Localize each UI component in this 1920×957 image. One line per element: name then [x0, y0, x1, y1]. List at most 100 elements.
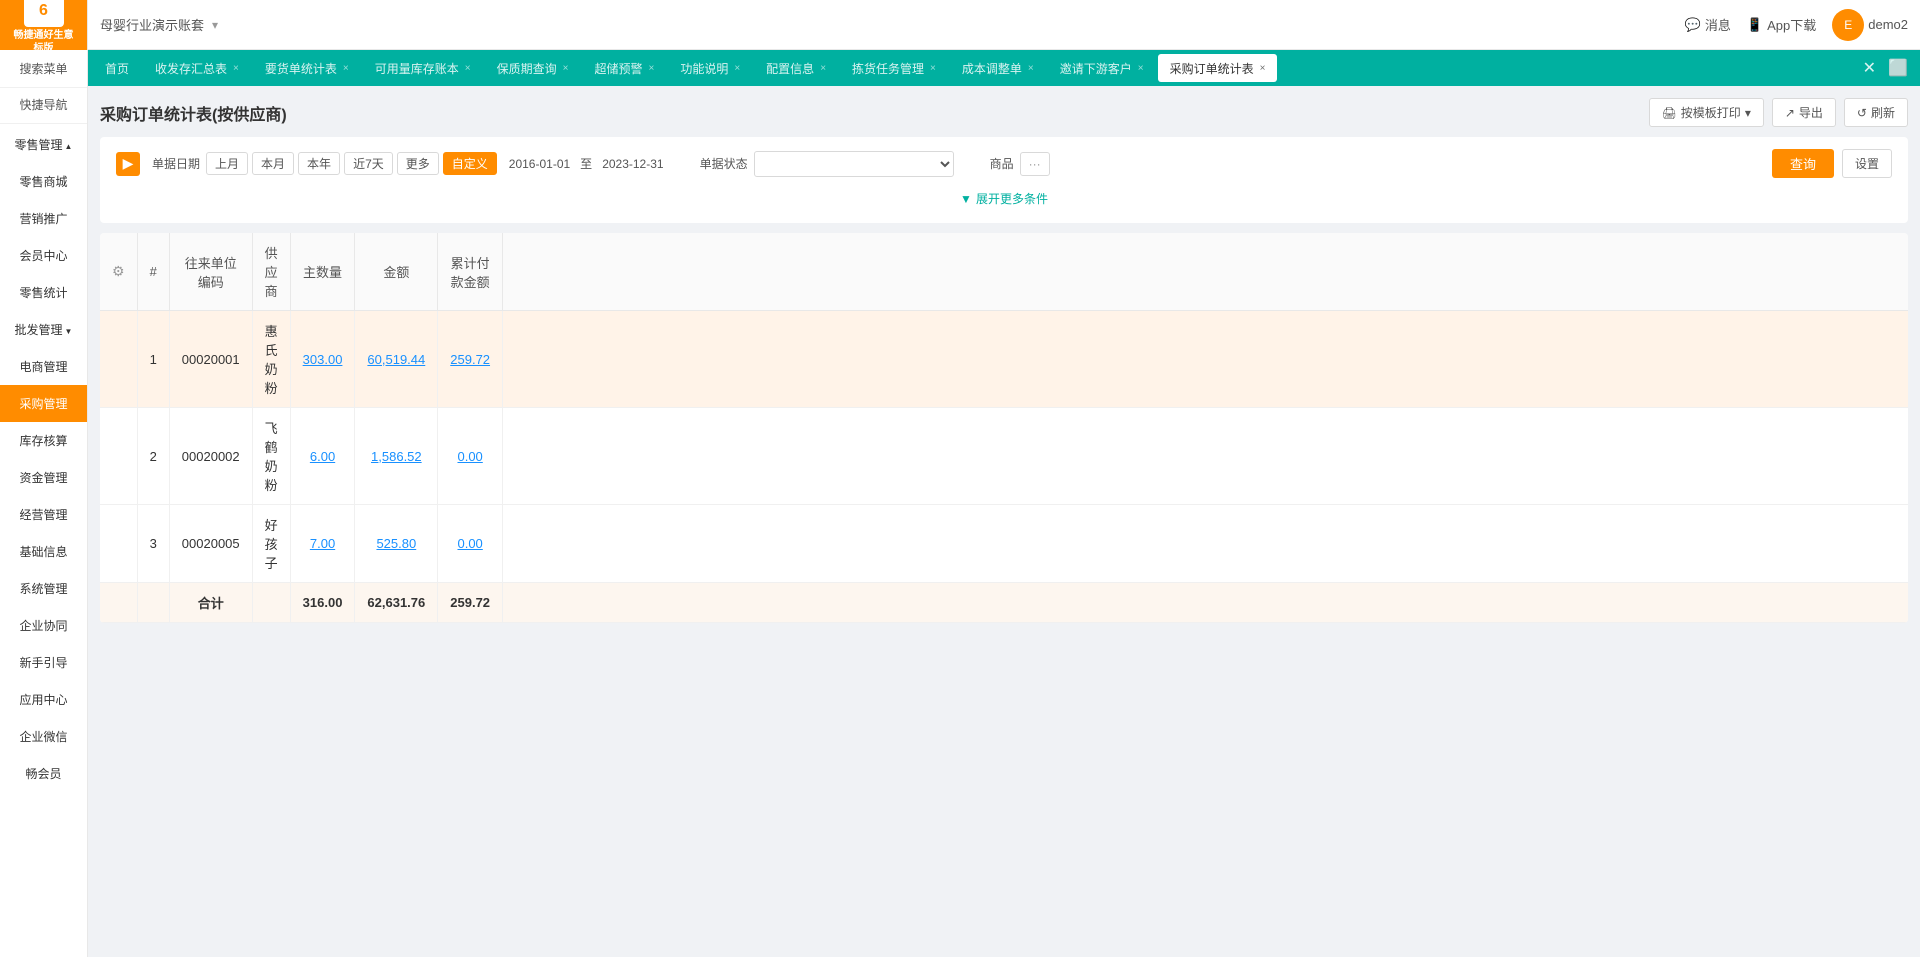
date-btn-custom[interactable]: 自定义	[443, 152, 497, 175]
close-tab-icon[interactable]: ✕	[1859, 56, 1880, 80]
tab-invite[interactable]: 邀请下游客户 ×	[1048, 54, 1156, 82]
sidebar-item-guide[interactable]: 新手引导	[0, 644, 87, 681]
tab-purchase-stats[interactable]: 要货单统计表 ×	[253, 54, 361, 82]
refresh-icon: ↺	[1857, 106, 1867, 120]
sidebar-item-enterprise[interactable]: 企业协同	[0, 607, 87, 644]
date-btn-this-year[interactable]: 本年	[298, 152, 340, 175]
sidebar-item-finance[interactable]: 资金管理	[0, 459, 87, 496]
row-extra	[503, 505, 1908, 583]
avatar-initials: E	[1844, 18, 1852, 32]
tab-receive[interactable]: 收发存汇总表 ×	[143, 54, 251, 82]
row-index: 1	[137, 311, 169, 408]
row-paid[interactable]: 0.00	[438, 505, 503, 583]
row-settings-cell	[100, 311, 137, 408]
sidebar-shortcut[interactable]: 快捷导航	[0, 88, 87, 121]
tab-purchase-order-stats[interactable]: 采购订单统计表 ×	[1158, 54, 1278, 82]
sidebar-item-appcenter[interactable]: 应用中心	[0, 681, 87, 718]
row-extra	[503, 311, 1908, 408]
filter-status-label: 单据状态	[700, 155, 748, 172]
export-button[interactable]: ↗ 导出	[1772, 98, 1836, 127]
content-area: 采购订单统计表(按供应商) 🖨 按模板打印 ▾ ↗ 导出 ↺ 刷新	[88, 86, 1920, 957]
sidebar-item-basic[interactable]: 基础信息	[0, 533, 87, 570]
date-btn-last-month[interactable]: 上月	[206, 152, 248, 175]
topbar: 母婴行业演示账套 ▾ 💬 消息 📱 App下载 E demo2	[88, 0, 1920, 50]
sidebar-item-inventory[interactable]: 库存核算	[0, 422, 87, 459]
printer-icon: 🖨	[1662, 106, 1677, 120]
date-btn-this-month[interactable]: 本月	[252, 152, 294, 175]
filter-goods-input[interactable]: ···	[1020, 152, 1050, 176]
row-supplier-name: 好孩子	[252, 505, 290, 583]
app-download-button[interactable]: 📱 App下载	[1747, 15, 1816, 34]
user-profile[interactable]: E demo2	[1832, 9, 1908, 41]
sidebar-item-member[interactable]: 会员中心	[0, 237, 87, 274]
row-amount[interactable]: 1,586.52	[355, 408, 438, 505]
filter-expand-label: 展开更多条件	[976, 190, 1048, 207]
sidebar-item-ecommerce[interactable]: 电商管理	[0, 348, 87, 385]
row-settings-cell	[100, 408, 137, 505]
column-settings-icon[interactable]: ⚙	[112, 263, 125, 279]
tab-purchase-order-stats-close[interactable]: ×	[1260, 63, 1266, 74]
tab-home[interactable]: 首页	[93, 54, 141, 82]
sidebar-item-wholesale[interactable]: 批发管理	[0, 311, 87, 348]
sidebar-search[interactable]: 搜索菜单	[0, 50, 87, 88]
tab-inventory-book-close[interactable]: ×	[465, 63, 471, 74]
table-row: 100020001惠氏奶粉303.0060,519.44259.72	[100, 311, 1908, 408]
maximize-icon[interactable]: ⬜	[1884, 56, 1912, 80]
sidebar-item-marketing[interactable]: 营销推广	[0, 200, 87, 237]
row-qty[interactable]: 6.00	[290, 408, 355, 505]
sidebar-item-purchase[interactable]: 采购管理	[0, 385, 87, 422]
filter-goods-more-icon[interactable]: ···	[1029, 157, 1041, 171]
row-paid[interactable]: 0.00	[438, 408, 503, 505]
refresh-button[interactable]: ↺ 刷新	[1844, 98, 1908, 127]
tab-cost-adj-close[interactable]: ×	[1028, 63, 1034, 74]
topbar-dropdown-icon[interactable]: ▾	[212, 18, 218, 32]
settings-button[interactable]: 设置	[1842, 149, 1892, 178]
message-label: 消息	[1705, 15, 1731, 34]
row-amount[interactable]: 60,519.44	[355, 311, 438, 408]
tab-cost-adj[interactable]: 成本调整单 ×	[950, 54, 1046, 82]
tab-purchase-stats-close[interactable]: ×	[343, 63, 349, 74]
sidebar-item-operation[interactable]: 经营管理	[0, 496, 87, 533]
sidebar-item-retail[interactable]: 零售管理	[0, 126, 87, 163]
filter-goods-label: 商品	[990, 155, 1014, 172]
sidebar-item-retail-shop[interactable]: 零售商城	[0, 163, 87, 200]
filter-panel: ▶ 单据日期 上月 本月 本年 近7天 更多 自定义 2016-01-01	[100, 137, 1908, 223]
topbar-title: 母婴行业演示账套	[100, 15, 204, 34]
filter-toggle-button[interactable]: ▶	[116, 152, 140, 176]
tab-picking[interactable]: 拣货任务管理 ×	[840, 54, 948, 82]
row-amount[interactable]: 525.80	[355, 505, 438, 583]
row-qty[interactable]: 303.00	[290, 311, 355, 408]
sidebar-item-system[interactable]: 系统管理	[0, 570, 87, 607]
row-qty[interactable]: 7.00	[290, 505, 355, 583]
tab-overstock-close[interactable]: ×	[648, 63, 654, 74]
tab-expiry-close[interactable]: ×	[563, 63, 569, 74]
filter-status-select[interactable]	[754, 151, 954, 177]
message-button[interactable]: 💬 消息	[1685, 15, 1731, 34]
tab-config-close[interactable]: ×	[820, 63, 826, 74]
row-index: 3	[137, 505, 169, 583]
query-button[interactable]: 查询	[1772, 149, 1834, 178]
tab-expiry-label: 保质期查询	[497, 60, 557, 77]
date-btn-more[interactable]: 更多	[397, 152, 439, 175]
tab-invite-label: 邀请下游客户	[1060, 60, 1132, 77]
tab-feature[interactable]: 功能说明 ×	[668, 54, 752, 82]
sidebar-item-retail-stats[interactable]: 零售统计	[0, 274, 87, 311]
row-paid[interactable]: 259.72	[438, 311, 503, 408]
tab-expiry[interactable]: 保质期查询 ×	[485, 54, 581, 82]
footer-qty: 316.00	[290, 583, 355, 623]
filter-expand-btn[interactable]: ▼ 展开更多条件	[960, 186, 1048, 211]
template-print-button[interactable]: 🖨 按模板打印 ▾	[1649, 98, 1764, 127]
tab-picking-close[interactable]: ×	[930, 63, 936, 74]
tab-invite-close[interactable]: ×	[1138, 63, 1144, 74]
tab-inventory-book[interactable]: 可用量库存账本 ×	[363, 54, 483, 82]
sidebar-item-vip[interactable]: 畅会员	[0, 755, 87, 792]
footer-extra	[503, 583, 1908, 623]
col-header-index: #	[137, 233, 169, 311]
tab-feature-close[interactable]: ×	[734, 63, 740, 74]
row-index: 2	[137, 408, 169, 505]
tab-receive-close[interactable]: ×	[233, 63, 239, 74]
tab-config[interactable]: 配置信息 ×	[754, 54, 838, 82]
sidebar-item-wechat[interactable]: 企业微信	[0, 718, 87, 755]
date-btn-7days[interactable]: 近7天	[344, 152, 393, 175]
tab-overstock[interactable]: 超储预警 ×	[582, 54, 666, 82]
